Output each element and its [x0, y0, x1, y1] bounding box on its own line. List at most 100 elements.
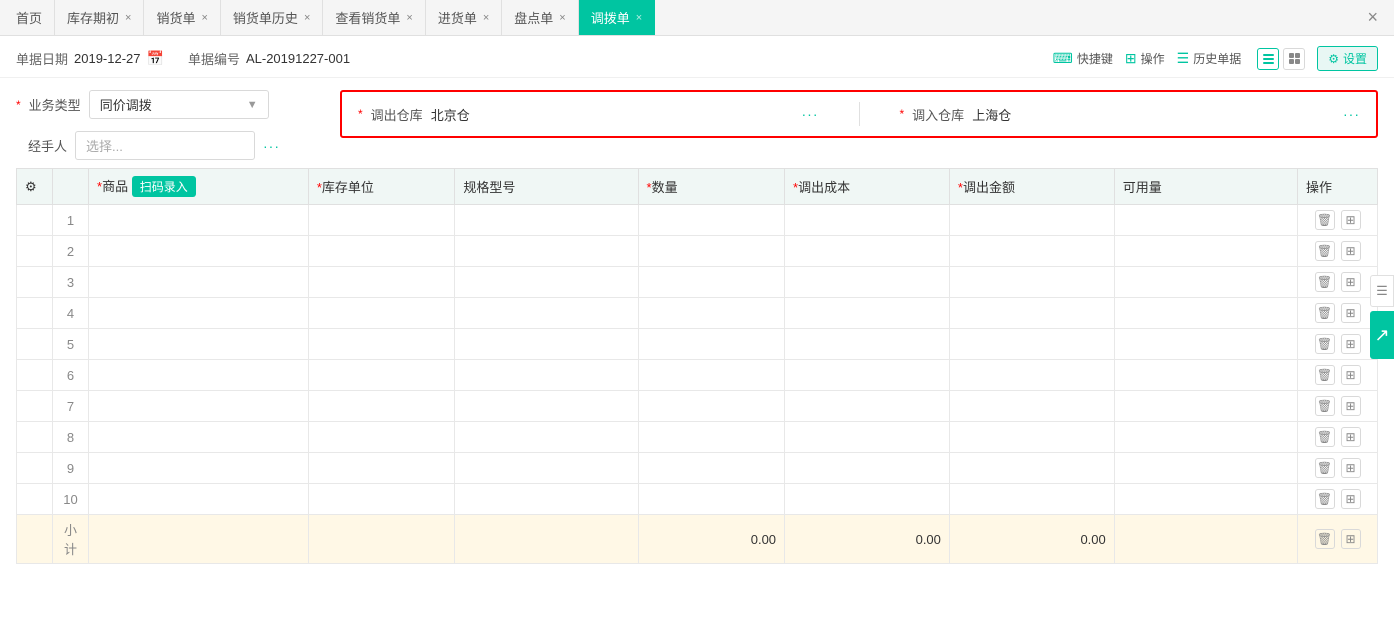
th-product: *商品 扫码录入 [89, 169, 309, 205]
row-avail-cell [1114, 360, 1297, 391]
row-avail-cell [1114, 422, 1297, 453]
row-amount-cell [949, 298, 1114, 329]
operator-select[interactable]: 选择... [75, 131, 255, 160]
row-product-cell[interactable] [89, 329, 309, 360]
shortcut-action[interactable]: ⌨ 快捷键 [1053, 50, 1113, 67]
row-spec-cell [455, 298, 638, 329]
tab-view-sales[interactable]: 查看销货单 × [323, 0, 425, 35]
expand-float-btn[interactable]: ↗ [1370, 311, 1394, 359]
row-qty-cell [638, 484, 785, 515]
row-ops-cell: 🗑 ⊞ [1298, 484, 1378, 515]
setting-button[interactable]: ⚙ 设置 [1317, 46, 1378, 71]
row-product-cell[interactable] [89, 205, 309, 236]
right-float-panel: ☰ ↗ [1370, 275, 1394, 359]
operator-more-icon[interactable]: ··· [263, 138, 280, 154]
row-product-cell[interactable] [89, 360, 309, 391]
row-gear-cell [17, 391, 53, 422]
row-product-cell[interactable] [89, 453, 309, 484]
delete-icon[interactable]: 🗑 [1315, 529, 1335, 549]
row-product-cell[interactable] [89, 236, 309, 267]
row-cost-cell [785, 422, 950, 453]
tab-inventory-init[interactable]: 库存期初 × [55, 0, 144, 35]
delete-icon[interactable]: 🗑 [1315, 396, 1335, 416]
delete-icon[interactable]: 🗑 [1315, 210, 1335, 230]
tab-home[interactable]: 首页 [8, 0, 55, 35]
row-product-cell[interactable] [89, 298, 309, 329]
out-warehouse-more-icon[interactable]: ··· [802, 106, 819, 122]
delete-icon[interactable]: 🗑 [1315, 241, 1335, 261]
subtotal-gear-cell [17, 515, 53, 564]
header-actions: ⌨ 快捷键 ⊞ 操作 ☰ 历史单据 ⚙ 设置 [1053, 46, 1378, 71]
row-product-cell[interactable] [89, 267, 309, 298]
row-amount-cell [949, 391, 1114, 422]
row-number: 7 [53, 391, 89, 422]
copy-icon[interactable]: ⊞ [1341, 210, 1361, 230]
table-row: 2 🗑 ⊞ [17, 236, 1378, 267]
delete-icon[interactable]: 🗑 [1315, 303, 1335, 323]
tab-close-purchase-order[interactable]: × [483, 12, 489, 24]
window-close-button[interactable]: × [1359, 7, 1386, 28]
copy-icon[interactable]: ⊞ [1341, 365, 1361, 385]
tab-close-transfer[interactable]: × [636, 12, 642, 24]
delete-icon[interactable]: 🗑 [1315, 427, 1335, 447]
copy-icon[interactable]: ⊞ [1341, 458, 1361, 478]
tab-close-view-sales[interactable]: × [406, 12, 412, 24]
transfer-table: ⚙ *商品 扫码录入 *库存单位 规格型号 *数量 *调出成本 *调出金额 可用… [16, 168, 1378, 564]
tab-sales-history[interactable]: 销货单历史 × [221, 0, 323, 35]
row-product-cell[interactable] [89, 422, 309, 453]
layout-list-btn[interactable] [1257, 48, 1279, 70]
tab-sales-order[interactable]: 销货单 × [144, 0, 220, 35]
delete-icon[interactable]: 🗑 [1315, 489, 1335, 509]
tab-close-sales-order[interactable]: × [201, 12, 207, 24]
copy-icon[interactable]: ⊞ [1341, 529, 1361, 549]
row-amount-cell [949, 360, 1114, 391]
scan-button[interactable]: 扫码录入 [132, 176, 196, 197]
row-cost-cell [785, 205, 950, 236]
th-gear[interactable]: ⚙ [17, 169, 53, 205]
row-unit-cell [308, 267, 455, 298]
date-field: 单据日期 2019-12-27 📅 [16, 49, 164, 68]
row-gear-cell [17, 329, 53, 360]
row-unit-cell [308, 329, 455, 360]
th-spec: 规格型号 [455, 169, 638, 205]
business-type-required: * [16, 98, 21, 112]
tab-purchase-order[interactable]: 进货单 × [426, 0, 502, 35]
delete-icon[interactable]: 🗑 [1315, 334, 1335, 354]
tab-transfer[interactable]: 调拨单 × [579, 0, 655, 35]
tab-close-inventory-init[interactable]: × [125, 12, 131, 24]
delete-icon[interactable]: 🗑 [1315, 458, 1335, 478]
copy-icon[interactable]: ⊞ [1341, 489, 1361, 509]
th-cost: *调出成本 [785, 169, 950, 205]
copy-icon[interactable]: ⊞ [1341, 427, 1361, 447]
row-qty-cell [638, 205, 785, 236]
operation-action[interactable]: ⊞ 操作 [1125, 50, 1165, 67]
in-warehouse-more-icon[interactable]: ··· [1343, 106, 1360, 122]
note-float-btn[interactable]: ☰ [1370, 275, 1394, 307]
row-cost-cell [785, 329, 950, 360]
row-product-cell[interactable] [89, 391, 309, 422]
delete-icon[interactable]: 🗑 [1315, 272, 1335, 292]
tab-close-inventory-count[interactable]: × [559, 12, 565, 24]
layout-grid-btn[interactable] [1283, 48, 1305, 70]
table-row: 7 🗑 ⊞ [17, 391, 1378, 422]
subtotal-qty-cell: 0.00 [638, 515, 785, 564]
row-product-cell[interactable] [89, 484, 309, 515]
subtotal-label: 小计 [53, 515, 89, 564]
operation-icon: ⊞ [1125, 50, 1137, 67]
copy-icon[interactable]: ⊞ [1341, 396, 1361, 416]
copy-icon[interactable]: ⊞ [1341, 303, 1361, 323]
tab-inventory-count[interactable]: 盘点单 × [502, 0, 578, 35]
row-spec-cell [455, 453, 638, 484]
copy-icon[interactable]: ⊞ [1341, 272, 1361, 292]
delete-icon[interactable]: 🗑 [1315, 365, 1335, 385]
row-unit-cell [308, 422, 455, 453]
subtotal-ops-cell: 🗑 ⊞ [1298, 515, 1378, 564]
calendar-icon[interactable]: 📅 [147, 50, 164, 67]
row-avail-cell [1114, 484, 1297, 515]
tab-close-sales-history[interactable]: × [304, 12, 310, 24]
copy-icon[interactable]: ⊞ [1341, 241, 1361, 261]
row-avail-cell [1114, 267, 1297, 298]
history-action[interactable]: ☰ 历史单据 [1177, 50, 1242, 67]
business-type-select[interactable]: 同价调拨 ▼ [89, 90, 269, 119]
copy-icon[interactable]: ⊞ [1341, 334, 1361, 354]
